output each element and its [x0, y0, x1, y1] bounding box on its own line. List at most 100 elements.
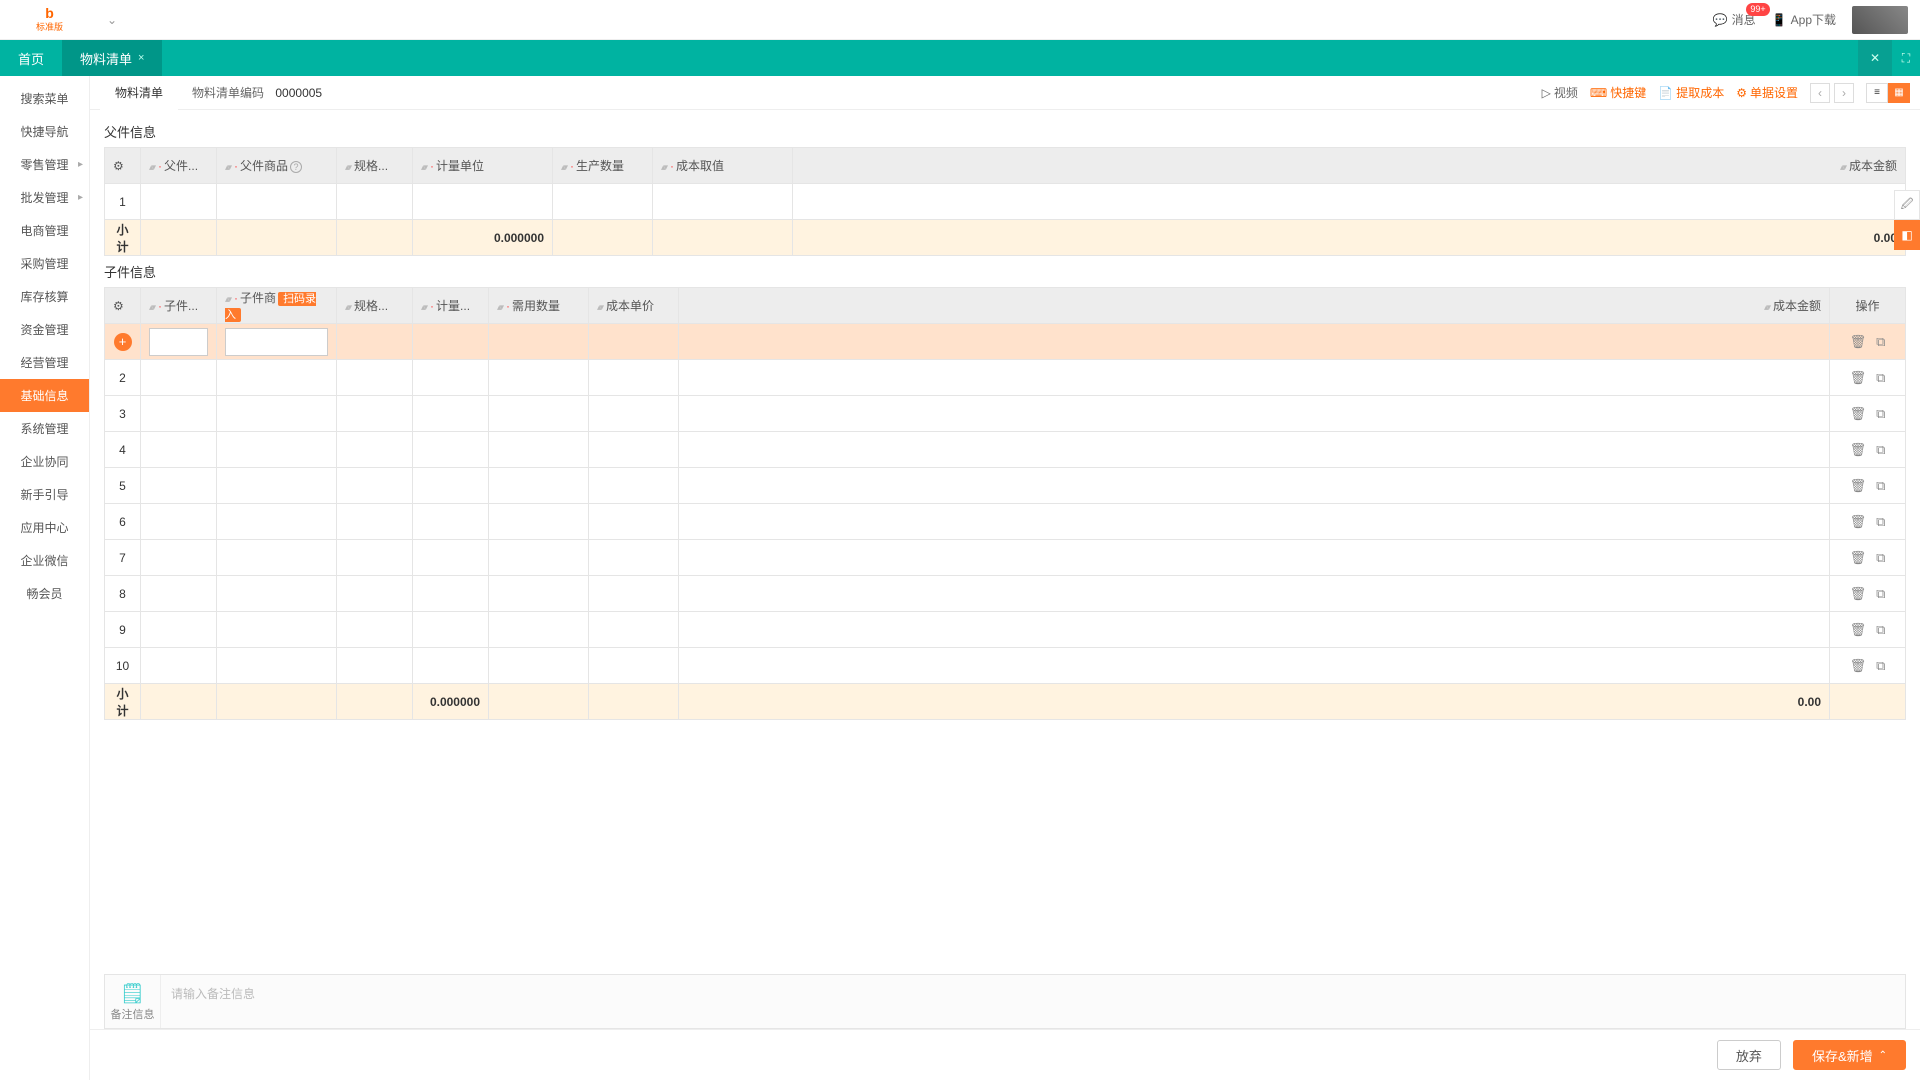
cell[interactable] [141, 648, 217, 684]
parent-col-product[interactable]: ▴▾·父件商品? [217, 148, 337, 184]
copy-icon[interactable]: ⧉ [1876, 586, 1885, 602]
copy-icon[interactable]: ⧉ [1876, 514, 1885, 530]
copy-icon[interactable]: ⧉ [1876, 406, 1885, 422]
sidebar-item[interactable]: 库存核算 [0, 280, 89, 313]
cell[interactable] [141, 432, 217, 468]
parent-col-amt[interactable]: ▴▾成本金额 [793, 148, 1906, 184]
remark-input[interactable]: 请输入备注信息 [161, 975, 1905, 1028]
cell[interactable] [489, 360, 589, 396]
sidebar-item[interactable]: 零售管理 [0, 148, 89, 181]
delete-icon[interactable]: 🗑 [1850, 658, 1867, 674]
child-row[interactable]: 5🗑⧉ [105, 468, 1906, 504]
cell-editing[interactable] [217, 324, 337, 360]
cell[interactable] [413, 468, 489, 504]
cell[interactable] [217, 184, 337, 220]
sidebar-item[interactable]: 畅会员 [0, 577, 89, 610]
tabs-close-button[interactable]: ✕ [1858, 40, 1892, 76]
cell[interactable] [589, 648, 679, 684]
tab-bom[interactable]: 物料清单 × [62, 40, 162, 76]
child-col-qty[interactable]: ▴▾·需用数量 [489, 288, 589, 324]
cell[interactable] [413, 432, 489, 468]
copy-icon[interactable]: ⧉ [1876, 370, 1885, 386]
child-col-gear[interactable]: ⚙ [105, 288, 141, 324]
cell[interactable] [413, 360, 489, 396]
delete-icon[interactable]: 🗑 [1850, 622, 1867, 638]
cell[interactable] [337, 504, 413, 540]
cell[interactable] [217, 468, 337, 504]
extract-cost-link[interactable]: 📄提取成本 [1658, 84, 1724, 101]
cell[interactable] [217, 360, 337, 396]
child-col-code[interactable]: ▴▾·子件... [141, 288, 217, 324]
cell[interactable] [413, 324, 489, 360]
parent-col-qty[interactable]: ▴▾·生产数量 [553, 148, 653, 184]
copy-icon[interactable]: ⧉ [1876, 442, 1885, 458]
cell[interactable] [679, 576, 1830, 612]
sidebar-item[interactable]: 企业协同 [0, 445, 89, 478]
sidebar-item[interactable]: 采购管理 [0, 247, 89, 280]
cell[interactable] [679, 396, 1830, 432]
org-dropdown[interactable]: ⌄ [107, 13, 117, 27]
sidebar-item[interactable]: 资金管理 [0, 313, 89, 346]
copy-icon[interactable]: ⧉ [1876, 334, 1885, 350]
shortcut-link[interactable]: ⌨快捷键 [1590, 84, 1646, 101]
child-col-price[interactable]: ▴▾成本单价 [589, 288, 679, 324]
child-row[interactable]: 9🗑⧉ [105, 612, 1906, 648]
sidebar-item[interactable]: 批发管理 [0, 181, 89, 214]
cell[interactable] [489, 396, 589, 432]
sidebar-item[interactable]: 电商管理 [0, 214, 89, 247]
add-row-button[interactable]: + [114, 333, 132, 351]
cell[interactable] [337, 468, 413, 504]
delete-icon[interactable]: 🗑 [1850, 514, 1867, 530]
parent-col-unit[interactable]: ▴▾·计量单位 [413, 148, 553, 184]
cell-editing[interactable] [141, 324, 217, 360]
cell[interactable] [589, 432, 679, 468]
cell[interactable] [679, 468, 1830, 504]
cell[interactable] [141, 184, 217, 220]
child-row-editing[interactable]: + 🗑⧉ [105, 324, 1906, 360]
cell[interactable] [589, 324, 679, 360]
cell[interactable] [141, 612, 217, 648]
cell[interactable] [413, 396, 489, 432]
pager-prev[interactable]: ‹ [1810, 83, 1830, 103]
sidebar-item[interactable]: 系统管理 [0, 412, 89, 445]
cell[interactable] [337, 432, 413, 468]
cell[interactable] [653, 184, 793, 220]
cell[interactable] [337, 184, 413, 220]
cell[interactable] [679, 504, 1830, 540]
copy-icon[interactable]: ⧉ [1876, 622, 1885, 638]
doc-setting-link[interactable]: ⚙单据设置 [1736, 84, 1798, 101]
cell[interactable] [589, 576, 679, 612]
input-cell[interactable] [149, 328, 208, 356]
parent-row[interactable]: 1 [105, 184, 1906, 220]
sidebar-item[interactable]: 基础信息 [0, 379, 89, 412]
parent-col-spec[interactable]: ▴▾规格... [337, 148, 413, 184]
cell[interactable] [413, 540, 489, 576]
cell[interactable] [217, 504, 337, 540]
cell[interactable] [337, 360, 413, 396]
view-list[interactable]: ≡ [1866, 83, 1888, 103]
cell[interactable] [489, 576, 589, 612]
messages-button[interactable]: 💬 消息 99+ [1713, 11, 1756, 28]
cell[interactable] [337, 324, 413, 360]
cell[interactable] [337, 540, 413, 576]
cell[interactable] [489, 324, 589, 360]
cell[interactable] [589, 396, 679, 432]
cell[interactable] [141, 396, 217, 432]
sidebar-item[interactable]: 快捷导航 [0, 115, 89, 148]
cell[interactable] [489, 612, 589, 648]
cell[interactable] [679, 648, 1830, 684]
cell[interactable] [679, 360, 1830, 396]
cell[interactable] [589, 504, 679, 540]
child-row[interactable]: 8🗑⧉ [105, 576, 1906, 612]
delete-icon[interactable]: 🗑 [1850, 442, 1867, 458]
child-col-unit[interactable]: ▴▾·计量... [413, 288, 489, 324]
tab-home[interactable]: 首页 [0, 40, 62, 76]
cell[interactable] [141, 468, 217, 504]
cell[interactable] [413, 648, 489, 684]
copy-icon[interactable]: ⧉ [1876, 478, 1885, 494]
sidebar-item[interactable]: 企业微信 [0, 544, 89, 577]
cell[interactable] [141, 504, 217, 540]
cell[interactable] [217, 576, 337, 612]
float-action-button[interactable]: ◧ [1894, 220, 1920, 250]
child-col-product[interactable]: ▴▾·子件商扫码录入 [217, 288, 337, 324]
